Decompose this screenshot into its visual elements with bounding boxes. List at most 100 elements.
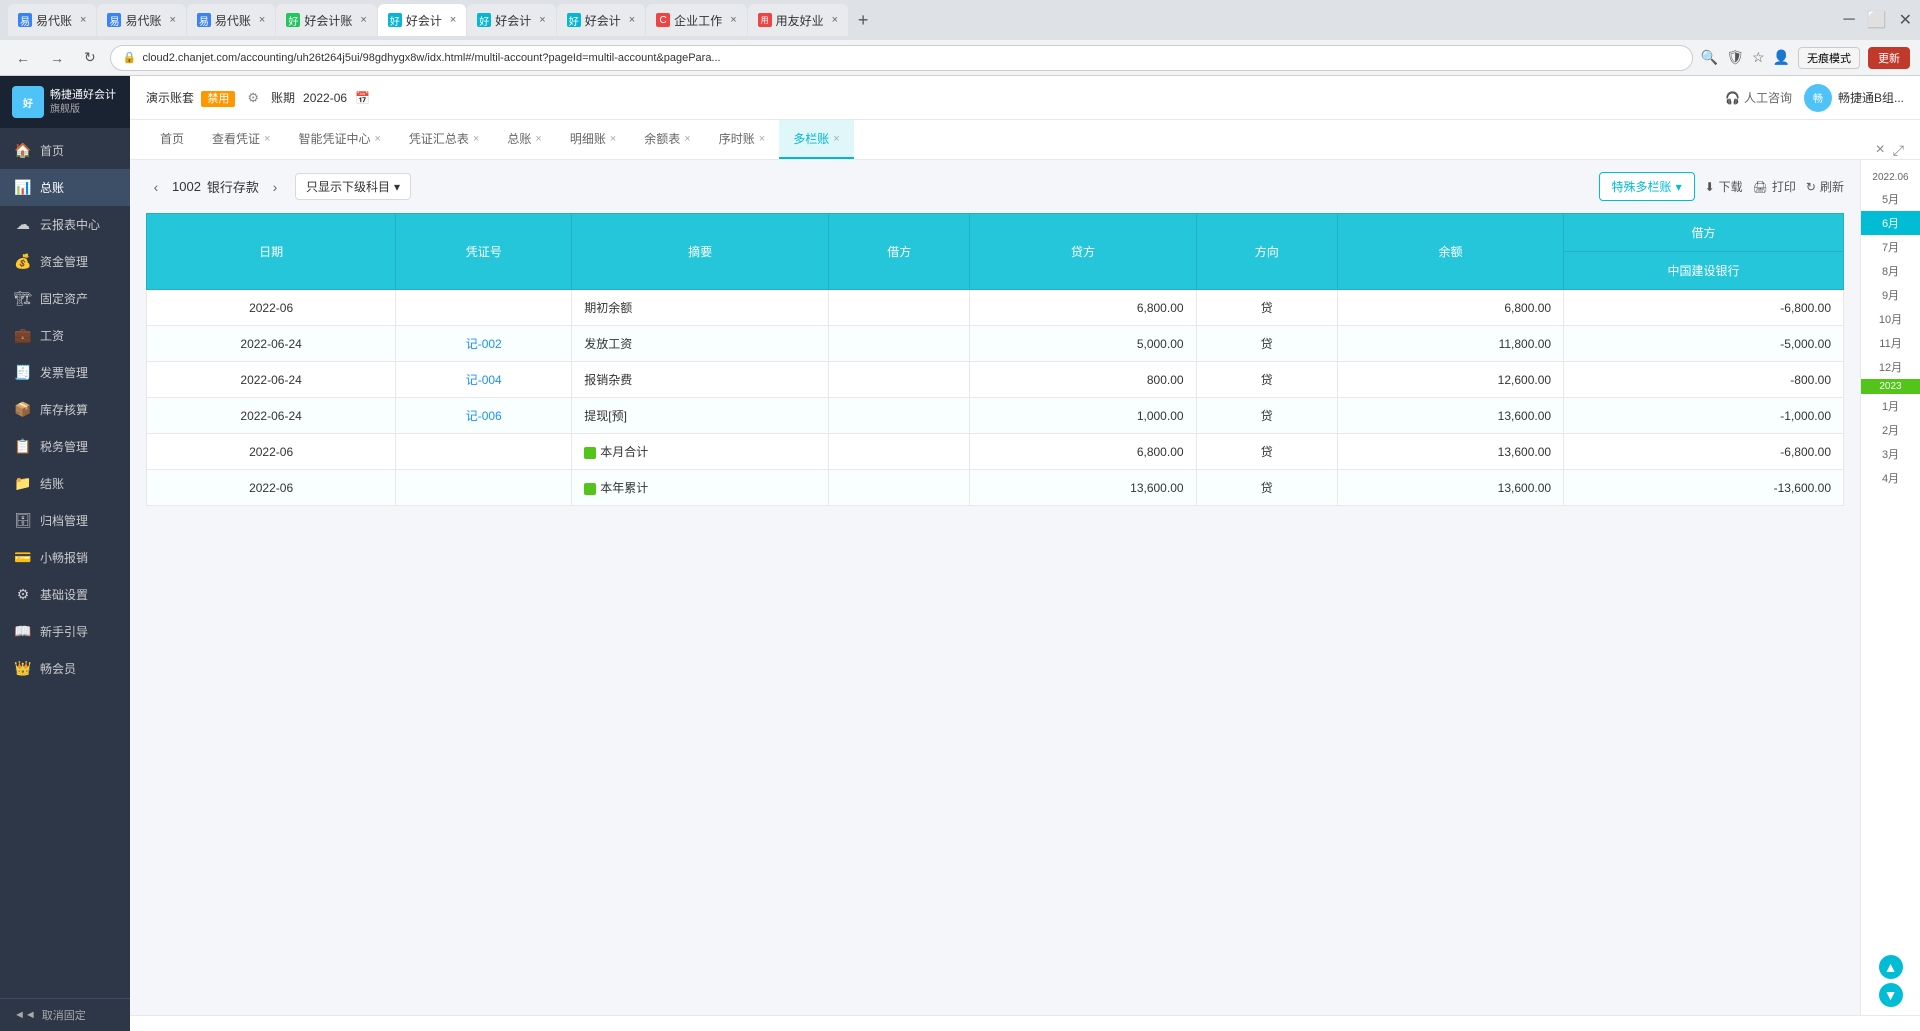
tab-close-balance[interactable]: ×	[684, 133, 690, 145]
tab-close-detail-ledger[interactable]: ×	[610, 133, 616, 145]
tab-home[interactable]: 首页	[146, 120, 198, 159]
tab-close-1[interactable]: ×	[80, 14, 86, 26]
download-button[interactable]: ⬇ 下载	[1705, 178, 1743, 195]
tab-close-5[interactable]: ×	[450, 14, 456, 26]
month-8[interactable]: 8月	[1882, 259, 1899, 283]
sidebar-item-fund[interactable]: 💰 资金管理	[0, 243, 130, 280]
refresh-button[interactable]: ↻ 刷新	[1806, 178, 1844, 195]
tab-close-8[interactable]: ×	[730, 14, 736, 26]
prev-account-button[interactable]: ‹	[146, 177, 166, 197]
month-10[interactable]: 10月	[1879, 307, 1902, 331]
restore-button[interactable]: ⬜	[1867, 10, 1887, 30]
wuhen-mode-button[interactable]: 无痕模式	[1798, 47, 1860, 69]
calendar-icon[interactable]: 📅	[355, 91, 370, 105]
scroll-up-button[interactable]: ▲	[1879, 955, 1903, 979]
tab-detail-ledger[interactable]: 明细账 ×	[556, 120, 630, 159]
tab-voucher-summary[interactable]: 凭证汇总表 ×	[395, 120, 493, 159]
tab-close-9[interactable]: ×	[832, 14, 838, 26]
tab-close-general-ledger[interactable]: ×	[535, 133, 541, 145]
sidebar-item-basic-settings[interactable]: ⚙ 基础设置	[0, 576, 130, 613]
browser-tab-7[interactable]: 好 好会计 ×	[557, 4, 645, 36]
col-extra-header: 借方	[1564, 214, 1844, 252]
close-window-button[interactable]: ✕	[1899, 10, 1912, 30]
sidebar-item-archive[interactable]: 🗄 归档管理	[0, 502, 130, 539]
tab-close-7[interactable]: ×	[629, 14, 635, 26]
sidebar-item-invoice[interactable]: 🧾 发票管理	[0, 354, 130, 391]
ai-consult-button[interactable]: 🎧 人工咨询	[1725, 89, 1792, 106]
tab-close-4[interactable]: ×	[360, 14, 366, 26]
address-bar[interactable]: 🔒 cloud2.chanjet.com/accounting/uh26t264…	[110, 45, 1693, 71]
month-7[interactable]: 7月	[1882, 235, 1899, 259]
tab-close-6[interactable]: ×	[539, 14, 545, 26]
tab-multi-column[interactable]: 多栏账 ×	[779, 120, 853, 159]
tab-general-ledger[interactable]: 总账 ×	[493, 120, 555, 159]
reload-button[interactable]: ↻	[78, 47, 102, 68]
sidebar-item-inventory[interactable]: 📦 库存核算	[0, 391, 130, 428]
search-icon[interactable]: 🔍	[1701, 49, 1718, 66]
month-3[interactable]: 3月	[1882, 442, 1899, 466]
tab-close-sequence-account[interactable]: ×	[759, 133, 765, 145]
print-button[interactable]: 🖨 打印	[1753, 178, 1796, 195]
tab-close-multi-column[interactable]: ×	[833, 133, 839, 145]
sidebar-item-expense[interactable]: 💳 小畅报销	[0, 539, 130, 576]
month-2[interactable]: 2月	[1882, 418, 1899, 442]
tab-view-voucher[interactable]: 查看凭证 ×	[198, 120, 284, 159]
tab-close-smart-voucher[interactable]: ×	[374, 133, 380, 145]
browser-tab-1[interactable]: 易 易代账 ×	[8, 4, 96, 36]
back-button[interactable]: ←	[10, 48, 36, 68]
star-icon[interactable]: ☆	[1752, 49, 1765, 66]
tab-sequence-account[interactable]: 序时账 ×	[705, 120, 779, 159]
download-icon: ⬇	[1705, 180, 1715, 194]
tab-close-3[interactable]: ×	[259, 14, 265, 26]
special-multi-column-button[interactable]: 特殊多栏账 ▾	[1599, 172, 1695, 201]
sidebar-item-salary[interactable]: 💼 工资	[0, 317, 130, 354]
next-account-button[interactable]: ›	[265, 177, 285, 197]
browser-tab-2[interactable]: 易 易代账 ×	[97, 4, 185, 36]
sidebar-item-ledger[interactable]: 📊 总账	[0, 169, 130, 206]
tab-smart-voucher[interactable]: 智能凭证中心 ×	[284, 120, 394, 159]
browser-tab-9[interactable]: 用 用友好业 ×	[748, 4, 848, 36]
tab-close-2[interactable]: ×	[169, 14, 175, 26]
month-4[interactable]: 4月	[1882, 466, 1899, 490]
expand-icon[interactable]: ⤢	[1893, 142, 1904, 159]
sidebar-item-cloud-report[interactable]: ☁ 云报表中心	[0, 206, 130, 243]
sidebar-item-guide[interactable]: 📖 新手引导	[0, 613, 130, 650]
month-9[interactable]: 9月	[1882, 283, 1899, 307]
month-12[interactable]: 12月	[1879, 355, 1902, 379]
cell-voucher-no[interactable]: 记-002	[396, 326, 572, 362]
browser-tab-5[interactable]: 好 好会计 ×	[378, 4, 466, 36]
month-11[interactable]: 11月	[1879, 331, 1901, 355]
tab-label-3: 易代账	[215, 12, 251, 29]
bottom-scrollbar[interactable]	[130, 1015, 1920, 1031]
cell-voucher-no[interactable]: 记-006	[396, 398, 572, 434]
sidebar-item-fixed-assets[interactable]: 🏗 固定资产	[0, 280, 130, 317]
sidebar-pin-button[interactable]: ◄◄ 取消固定	[0, 998, 130, 1031]
sidebar-item-tax[interactable]: 📋 税务管理	[0, 428, 130, 465]
table-row: 2022-06-24记-004报销杂费800.00贷12,600.00-800.…	[147, 362, 1844, 398]
tab-close-voucher-summary[interactable]: ×	[473, 133, 479, 145]
cell-voucher-no[interactable]: 记-004	[396, 362, 572, 398]
filter-dropdown[interactable]: 只显示下级科目 ▾	[295, 173, 411, 200]
close-panel-icon[interactable]: ×	[1875, 141, 1884, 159]
settings-gear-icon[interactable]: ⚙	[247, 90, 259, 106]
scroll-down-button[interactable]: ▼	[1879, 983, 1903, 1007]
sidebar-item-home[interactable]: 🏠 首页	[0, 132, 130, 169]
month-6[interactable]: 6月	[1861, 211, 1920, 235]
browser-tab-3[interactable]: 易 易代账 ×	[187, 4, 275, 36]
tab-close-view-voucher[interactable]: ×	[264, 133, 270, 145]
browser-tab-6[interactable]: 好 好会计 ×	[467, 4, 555, 36]
forward-button[interactable]: →	[44, 48, 70, 68]
month-5[interactable]: 5月	[1882, 187, 1899, 211]
tab-balance[interactable]: 余额表 ×	[630, 120, 704, 159]
update-button[interactable]: 更新	[1868, 47, 1910, 69]
profile-icon[interactable]: 👤	[1773, 49, 1790, 66]
month-1[interactable]: 1月	[1882, 394, 1899, 418]
sidebar-item-settlement[interactable]: 📁 结账	[0, 465, 130, 502]
new-tab-button[interactable]: +	[849, 6, 877, 34]
user-info: 畅 畅捷通B组...	[1804, 84, 1904, 112]
browser-tab-4[interactable]: 好 好会计账 ×	[276, 4, 376, 36]
browser-tab-8[interactable]: C 企业工作 ×	[646, 4, 746, 36]
minimize-button[interactable]: ─	[1843, 11, 1854, 29]
cell-direction: 贷	[1196, 290, 1337, 326]
sidebar-item-member[interactable]: 👑 畅会员	[0, 650, 130, 687]
